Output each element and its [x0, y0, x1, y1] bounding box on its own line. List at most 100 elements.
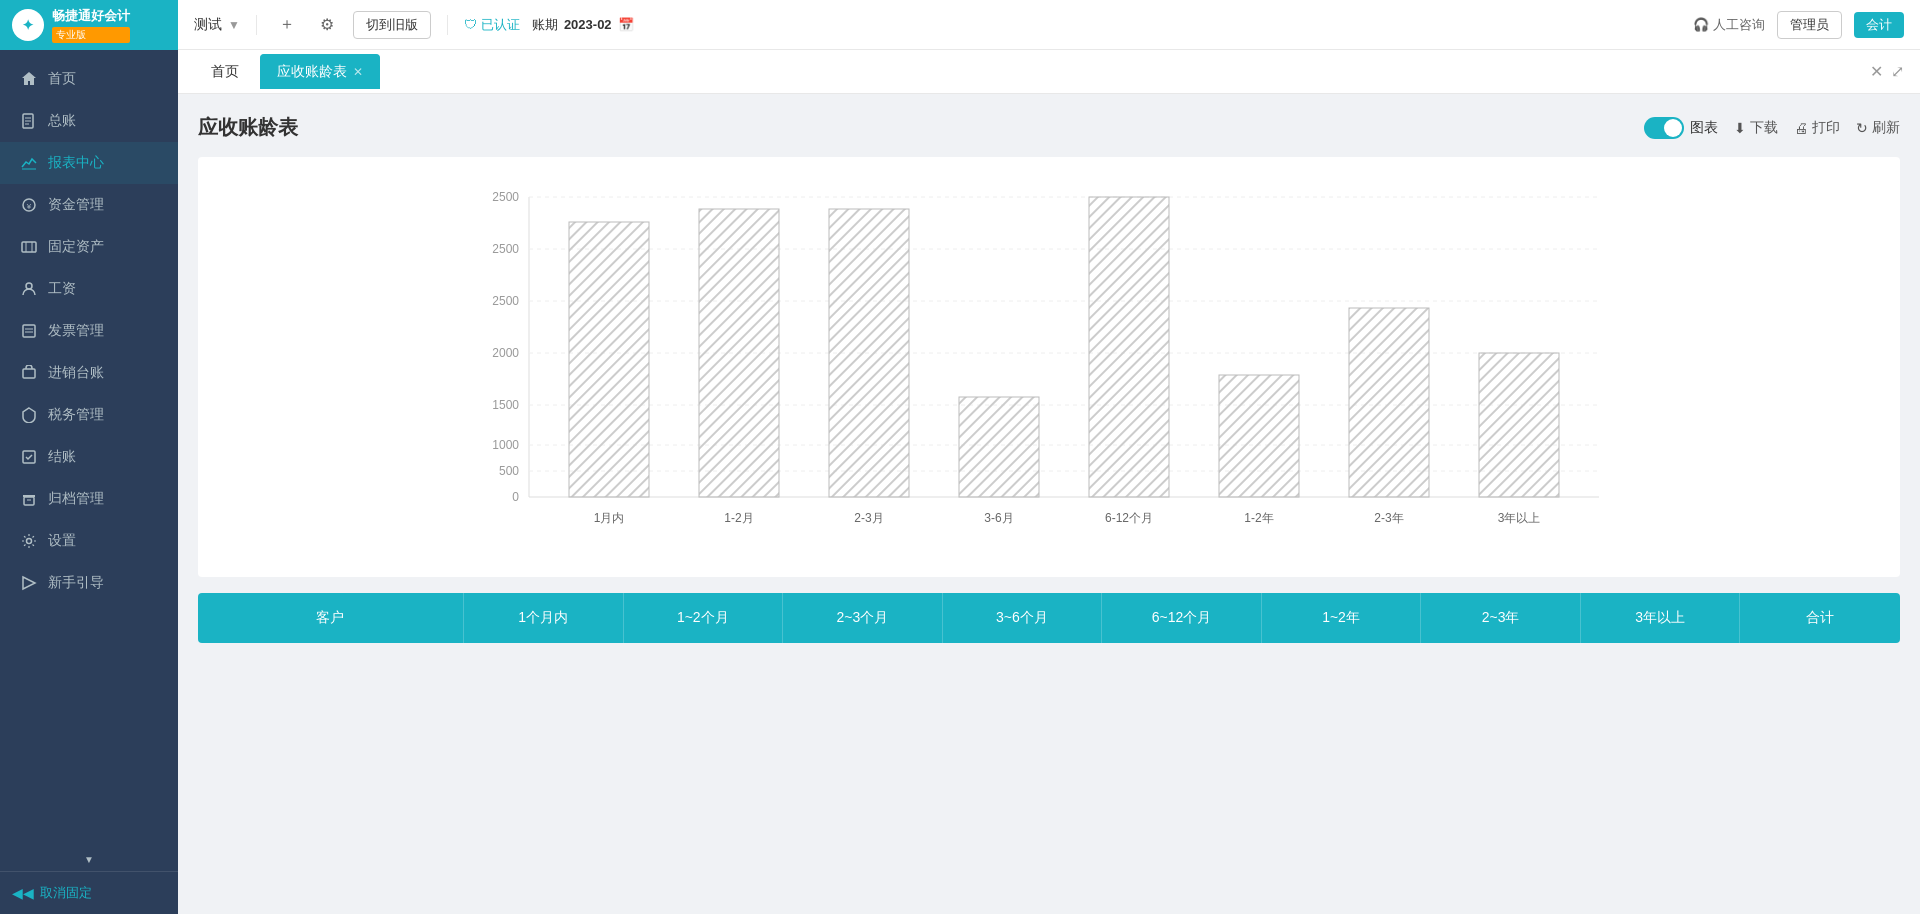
expand-icon[interactable]: ⤢: [1891, 62, 1904, 81]
svg-text:1000: 1000: [492, 438, 519, 452]
closing-icon: [20, 448, 38, 466]
sidebar-item-closing[interactable]: 结账: [0, 436, 178, 478]
calendar-icon[interactable]: 📅: [618, 17, 634, 32]
sidebar-item-capital[interactable]: ¥ 资金管理: [0, 184, 178, 226]
table-header: 客户 1个月内 1~2个月 2~3个月 3~6个月 6~12个月 1~2年 2~…: [198, 593, 1900, 643]
user-button[interactable]: 管理员: [1777, 11, 1842, 39]
report-actions: 图表 ⬇ 下载 🖨 打印 ↻ 刷新: [1644, 117, 1900, 139]
topbar-right: 🎧 人工咨询 管理员 会计: [1693, 11, 1904, 39]
bar-3: [829, 209, 909, 497]
th-1-2month: 1~2个月: [624, 593, 784, 643]
unfix-button[interactable]: ◀◀ 取消固定: [0, 871, 178, 914]
sidebar-item-guide[interactable]: 新手引导: [0, 562, 178, 604]
print-button[interactable]: 🖨 打印: [1794, 119, 1840, 137]
page-content: 应收账龄表 图表 ⬇ 下载 🖨 打印 ↻ 刷新: [178, 94, 1920, 914]
settings-button[interactable]: ⚙: [313, 11, 341, 39]
bar-4: [959, 397, 1039, 497]
assets-icon: [20, 238, 38, 256]
svg-text:2-3月: 2-3月: [854, 511, 883, 525]
svg-text:500: 500: [499, 464, 519, 478]
sidebar-item-assets[interactable]: 固定资产: [0, 226, 178, 268]
close-panel-icon[interactable]: ✕: [1870, 62, 1883, 81]
sidebar-item-archive[interactable]: 归档管理: [0, 478, 178, 520]
report-header: 应收账龄表 图表 ⬇ 下载 🖨 打印 ↻ 刷新: [198, 114, 1900, 141]
tabs-right: ✕ ⤢: [1870, 62, 1904, 81]
project-selector[interactable]: 测试 ▼: [194, 16, 240, 34]
unfix-icon: ◀◀: [12, 885, 34, 901]
svg-text:1月内: 1月内: [594, 511, 625, 525]
refresh-icon: ↻: [1856, 120, 1868, 136]
chart-toggle[interactable]: 图表: [1644, 117, 1718, 139]
tab-close-icon[interactable]: ✕: [353, 65, 363, 79]
certified-badge: 🛡 已认证: [464, 16, 520, 34]
period-label: 账期: [532, 16, 558, 34]
th-customer: 客户: [198, 593, 464, 643]
sidebar-item-report-label: 报表中心: [48, 154, 104, 172]
add-button[interactable]: ＋: [273, 11, 301, 39]
project-name: 测试: [194, 16, 222, 34]
unfix-label: 取消固定: [40, 884, 92, 902]
sidebar-item-invoice-label: 发票管理: [48, 322, 104, 340]
sidebar-item-salary[interactable]: 工资: [0, 268, 178, 310]
tax-icon: [20, 406, 38, 424]
refresh-button[interactable]: ↻ 刷新: [1856, 119, 1900, 137]
sidebar-logo: ✦ 畅捷通好会计 专业版: [0, 0, 178, 50]
download-button[interactable]: ⬇ 下载: [1734, 119, 1778, 137]
sidebar-item-archive-label: 归档管理: [48, 490, 104, 508]
sidebar-nav: 首页 总账 报表中心: [0, 50, 178, 848]
svg-point-18: [27, 539, 32, 544]
bar-6: [1219, 375, 1299, 497]
chart-wrapper: 2500 2500 2500 2000 1500 1000 500 0: [218, 177, 1880, 557]
sidebar-item-guide-label: 新手引导: [48, 574, 104, 592]
sidebar-item-home[interactable]: 首页: [0, 58, 178, 100]
certified-label: 已认证: [481, 16, 520, 34]
svg-text:2500: 2500: [492, 294, 519, 308]
toggle-track[interactable]: [1644, 117, 1684, 139]
svg-text:¥: ¥: [26, 202, 32, 211]
tab-active[interactable]: 应收账龄表 ✕: [260, 54, 380, 89]
archive-icon: [20, 490, 38, 508]
svg-text:1500: 1500: [492, 398, 519, 412]
th-1month: 1个月内: [464, 593, 624, 643]
guide-icon: [20, 574, 38, 592]
sidebar-item-invoice[interactable]: 发票管理: [0, 310, 178, 352]
svg-text:6-12个月: 6-12个月: [1105, 511, 1153, 525]
logo-icon: ✦: [12, 9, 44, 41]
table-container: 客户 1个月内 1~2个月 2~3个月 3~6个月 6~12个月 1~2年 2~…: [198, 593, 1900, 643]
divider-1: [256, 15, 257, 35]
toggle-thumb: [1664, 119, 1682, 137]
th-2-3year: 2~3年: [1421, 593, 1581, 643]
th-total: 合计: [1740, 593, 1900, 643]
sidebar-item-assets-label: 固定资产: [48, 238, 104, 256]
period-value: 2023-02: [564, 17, 612, 32]
headset-icon: 🎧: [1693, 17, 1709, 32]
download-icon: ⬇: [1734, 120, 1746, 136]
settings-icon: [20, 532, 38, 550]
switch-version-button[interactable]: 切到旧版: [353, 11, 431, 39]
sidebar-item-ledger[interactable]: 总账: [0, 100, 178, 142]
service-button[interactable]: 🎧 人工咨询: [1693, 16, 1765, 34]
divider-2: [447, 15, 448, 35]
svg-text:1-2月: 1-2月: [724, 511, 753, 525]
sidebar-item-report[interactable]: 报表中心: [0, 142, 178, 184]
sidebar-item-settings[interactable]: 设置: [0, 520, 178, 562]
bar-2: [699, 209, 779, 497]
tab-home[interactable]: 首页: [194, 54, 256, 89]
tabs-bar: 首页 应收账龄表 ✕ ✕ ⤢: [178, 50, 1920, 94]
ledger-icon: [20, 112, 38, 130]
sidebar-item-ledger-label: 总账: [48, 112, 76, 130]
sidebar-item-salary-label: 工资: [48, 280, 76, 298]
svg-rect-14: [23, 369, 35, 378]
role-button[interactable]: 会计: [1854, 12, 1904, 38]
report-title: 应收账龄表: [198, 114, 298, 141]
sidebar-item-home-label: 首页: [48, 70, 76, 88]
scroll-down-arrow[interactable]: ▼: [82, 852, 96, 867]
sidebar-item-inventory-label: 进销台账: [48, 364, 104, 382]
th-1-2year: 1~2年: [1262, 593, 1422, 643]
bar-chart: 2500 2500 2500 2000 1500 1000 500 0: [218, 177, 1880, 557]
sidebar-item-tax[interactable]: 税务管理: [0, 394, 178, 436]
svg-text:2500: 2500: [492, 242, 519, 256]
th-3-6month: 3~6个月: [943, 593, 1103, 643]
period-info: 账期 2023-02 📅: [532, 16, 634, 34]
sidebar-item-inventory[interactable]: 进销台账: [0, 352, 178, 394]
